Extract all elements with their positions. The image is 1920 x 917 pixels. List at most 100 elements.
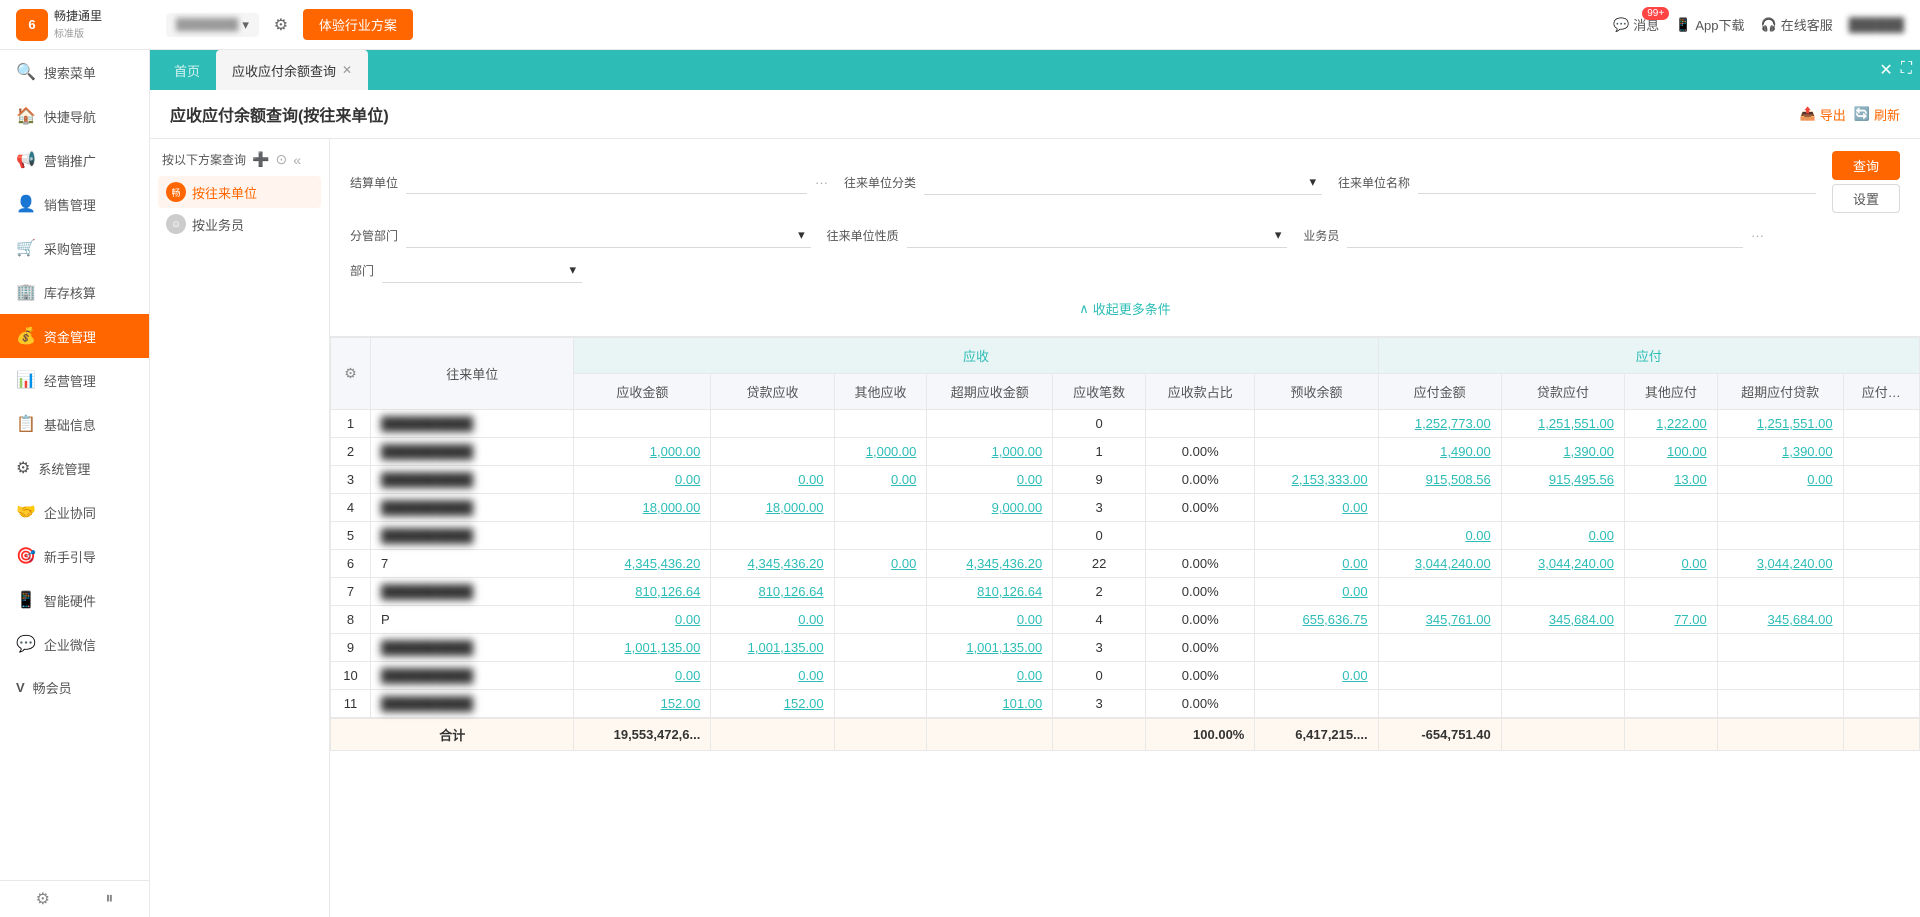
th-settings: ⚙ <box>331 338 371 410</box>
sidebar-collapse-icon[interactable]: ⏸ <box>105 890 113 908</box>
footer-label: 合计 <box>331 718 574 751</box>
online-service-btn[interactable]: 🎧 在线客服 <box>1761 15 1833 34</box>
sidebar-item-basic[interactable]: 📋 基础信息 <box>0 402 149 446</box>
setting-button[interactable]: 设置 <box>1832 184 1900 213</box>
topbar: 6 畅捷通里 标准版 ████████ ▾ ⚙ 体验行业方案 💬 消息 99+ … <box>0 0 1920 50</box>
solution-button[interactable]: 体验行业方案 <box>303 9 413 40</box>
sidebar-item-wechat[interactable]: 💬 企业微信 <box>0 622 149 666</box>
ap_loan-cell <box>1501 662 1624 690</box>
footer-ap-amount: -654,751.40 <box>1378 718 1501 751</box>
ar_amount-cell: 4,345,436.20 <box>574 550 711 578</box>
filter-row-3: 部门 ▾ <box>350 258 1900 283</box>
ar_loan-cell: 0.00 <box>711 606 834 634</box>
query-type-salesman[interactable]: ⊙ 按业务员 <box>158 208 321 240</box>
ar_prepay-cell: 0.00 <box>1255 662 1378 690</box>
settle-unit-input[interactable] <box>406 170 807 194</box>
app-download-btn[interactable]: 📱 App下载 <box>1675 15 1744 34</box>
ap_overdue-cell <box>1717 578 1843 606</box>
ar_count-cell: 22 <box>1053 550 1146 578</box>
th-ap-more: 应付… <box>1843 374 1919 410</box>
tab-expand-icon[interactable]: ⛶ <box>1901 60 1912 80</box>
filter-row-1: 结算单位 ··· 往来单位分类 ▾ <box>350 151 1900 213</box>
add-query-icon[interactable]: ➕ <box>252 151 269 168</box>
table-row: 5██████████00.000.00 <box>331 522 1920 550</box>
partner-name-input[interactable] <box>1418 170 1816 194</box>
ap_loan-cell <box>1501 578 1624 606</box>
query-button[interactable]: 查询 <box>1832 151 1900 180</box>
ap_more-cell <box>1843 466 1919 494</box>
sidebar-item-finance[interactable]: 💰 资金管理 <box>0 314 149 358</box>
dept-manage-select[interactable]: ▾ <box>406 223 811 248</box>
partner-nature-select[interactable]: ▾ <box>907 223 1288 248</box>
salesman-more[interactable]: ··· <box>1751 228 1764 243</box>
dept-select[interactable]: ▾ <box>382 258 582 283</box>
partner-cell: ██████████ <box>371 466 574 494</box>
ar_amount-cell: 18,000.00 <box>574 494 711 522</box>
sidebar-item-corp[interactable]: 🤝 企业协同 <box>0 490 149 534</box>
query-sidebar-label: 按以下方案查询 <box>162 151 246 168</box>
partner-category-select[interactable]: ▾ <box>924 170 1322 195</box>
ar_overdue-cell: 0.00 <box>927 606 1053 634</box>
table-settings-icon[interactable]: ⚙ <box>344 365 357 381</box>
ap_amount-cell <box>1378 494 1501 522</box>
sidebar-item-quick-nav[interactable]: 🏠 快捷导航 <box>0 94 149 138</box>
ap_other-cell <box>1624 662 1717 690</box>
sidebar-item-inventory[interactable]: 🏢 库存核算 <box>0 270 149 314</box>
settle-unit-more[interactable]: ··· <box>815 175 828 190</box>
ap_other-cell: 77.00 <box>1624 606 1717 634</box>
query-type-partner[interactable]: 畅 按往来单位 <box>158 176 321 208</box>
tab-close-all-icon[interactable]: ✕ <box>1879 60 1892 80</box>
tab-close-icon[interactable]: ✕ <box>342 63 352 77</box>
ap_overdue-cell: 1,251,551.00 <box>1717 410 1843 438</box>
ar_overdue-cell: 4,345,436.20 <box>927 550 1053 578</box>
table-row: 8P0.000.000.0040.00%655,636.75345,761.00… <box>331 606 1920 634</box>
ar_loan-cell: 810,126.64 <box>711 578 834 606</box>
company-selector[interactable]: ████████ ▾ <box>166 13 259 37</box>
logo-edition: 标准版 <box>54 25 102 40</box>
ar_count-cell: 3 <box>1053 494 1146 522</box>
sidebar-item-system[interactable]: ⚙ 系统管理 <box>0 446 149 490</box>
sidebar-item-sales[interactable]: 👤 销售管理 <box>0 182 149 226</box>
footer-ar-amount: 19,553,472,6... <box>574 718 711 751</box>
settings-btn[interactable]: ⚙ <box>267 11 295 39</box>
sidebar-item-marketing[interactable]: 📢 营销推广 <box>0 138 149 182</box>
collapse-more-btn[interactable]: ∧ 收起更多条件 <box>350 293 1900 324</box>
topbar-right: 💬 消息 99+ 📱 App下载 🎧 在线客服 ██████ <box>1613 15 1904 34</box>
ap_amount-cell <box>1378 578 1501 606</box>
sidebar-item-newbie[interactable]: 🎯 新手引导 <box>0 534 149 578</box>
th-ar-prepay: 预收余额 <box>1255 374 1378 410</box>
sidebar-item-purchase[interactable]: 🛒 采购管理 <box>0 226 149 270</box>
sidebar-item-search-menu[interactable]: 🔍 搜索菜单 <box>0 50 149 94</box>
sidebar-item-hardware[interactable]: 📱 智能硬件 <box>0 578 149 622</box>
ar_other-cell <box>834 494 927 522</box>
export-button[interactable]: 📤 导出 <box>1800 105 1846 124</box>
sidebar-settings-icon[interactable]: ⚙ <box>36 889 50 909</box>
home-icon: 🏠 <box>16 106 36 126</box>
collapse-query-icon[interactable]: « <box>293 152 301 168</box>
ar_pct-cell: 0.00% <box>1146 690 1255 719</box>
message-btn[interactable]: 💬 消息 99+ <box>1613 15 1659 34</box>
ap_more-cell <box>1843 550 1919 578</box>
logo-icon: 6 <box>16 9 48 41</box>
sidebar-item-operation[interactable]: 📊 经营管理 <box>0 358 149 402</box>
tab-arquery[interactable]: 应收应付余额查询 ✕ <box>216 50 368 90</box>
ap_overdue-cell: 3,044,240.00 <box>1717 550 1843 578</box>
logo-name: 畅捷通里 <box>54 9 102 25</box>
user-name[interactable]: ██████ <box>1849 17 1904 32</box>
th-ar-overdue: 超期应收金额 <box>927 374 1053 410</box>
logo-area: 6 畅捷通里 标准版 <box>16 9 166 41</box>
ar_prepay-cell: 2,153,333.00 <box>1255 466 1378 494</box>
ar_overdue-cell: 101.00 <box>927 690 1053 719</box>
edit-query-icon[interactable]: ⊙ <box>275 151 287 168</box>
refresh-button[interactable]: 🔄 刷新 <box>1854 105 1900 124</box>
tab-home[interactable]: 首页 <box>158 50 216 90</box>
ar_amount-cell <box>574 410 711 438</box>
ar_other-cell <box>834 662 927 690</box>
salesman-input[interactable] <box>1347 224 1743 248</box>
ar_loan-cell <box>711 438 834 466</box>
ar_other-cell <box>834 690 927 719</box>
ar_count-cell: 2 <box>1053 578 1146 606</box>
partner-cell: 7 <box>371 550 574 578</box>
sidebar-item-member[interactable]: V 畅会员 <box>0 666 149 709</box>
table-footer: 合计 19,553,472,6... 100.00% 6,417,215....… <box>331 718 1920 751</box>
